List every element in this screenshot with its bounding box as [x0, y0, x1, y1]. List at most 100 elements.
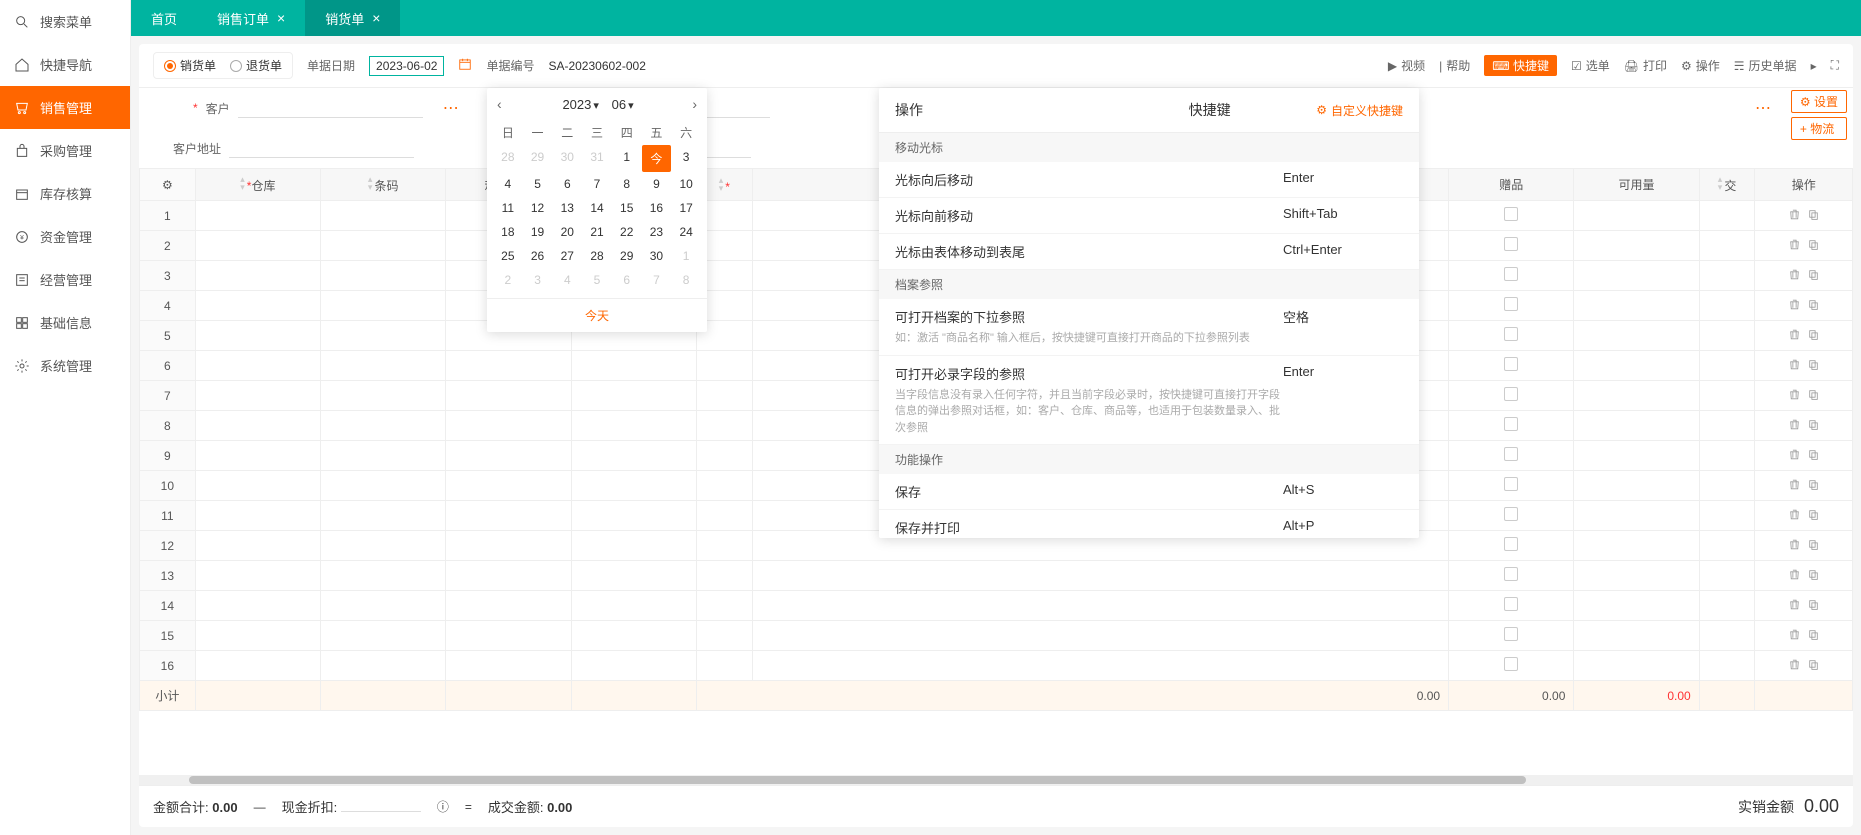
- calendar-day[interactable]: 8: [671, 268, 701, 292]
- month-select[interactable]: 06: [612, 97, 626, 112]
- calendar-day[interactable]: 24: [671, 220, 701, 244]
- calendar-day[interactable]: 5: [582, 268, 612, 292]
- delete-row-icon[interactable]: [1788, 388, 1801, 404]
- select-button[interactable]: ☑ 选单: [1571, 57, 1610, 74]
- more-icon[interactable]: ⋯: [443, 98, 461, 118]
- calendar-day[interactable]: 4: [493, 172, 523, 196]
- calendar-day[interactable]: 18: [493, 220, 523, 244]
- today-button[interactable]: 今天: [487, 298, 707, 332]
- help-button[interactable]: | 帮助: [1439, 57, 1470, 74]
- col-warehouse[interactable]: ▴▾*仓库: [195, 169, 320, 201]
- calendar-day[interactable]: 15: [612, 196, 642, 220]
- settings-button[interactable]: ⚙ 设置: [1791, 90, 1847, 113]
- sidebar-item-purchase[interactable]: 采购管理: [0, 129, 130, 172]
- gift-cell[interactable]: [1449, 201, 1574, 231]
- calendar-day[interactable]: 29: [523, 145, 553, 172]
- gift-cell[interactable]: [1449, 231, 1574, 261]
- hotkey-button[interactable]: ⌨ 快捷键: [1484, 55, 1557, 76]
- sidebar-item-sales[interactable]: 销售管理: [0, 86, 130, 129]
- calendar-day[interactable]: 7: [642, 268, 672, 292]
- calendar-day[interactable]: 20: [552, 220, 582, 244]
- calendar-day[interactable]: 19: [523, 220, 553, 244]
- calendar-day[interactable]: 3: [671, 145, 701, 172]
- calendar-day[interactable]: 12: [523, 196, 553, 220]
- calendar-day[interactable]: 23: [642, 220, 672, 244]
- year-select[interactable]: 2023: [562, 97, 591, 112]
- gift-cell[interactable]: [1449, 471, 1574, 501]
- calendar-day[interactable]: 29: [612, 244, 642, 268]
- ops-button[interactable]: ⚙ 操作: [1681, 57, 1720, 74]
- copy-row-icon[interactable]: [1807, 298, 1820, 314]
- calendar-day[interactable]: 6: [552, 172, 582, 196]
- table-row[interactable]: 13: [140, 561, 1853, 591]
- calendar-day[interactable]: 25: [493, 244, 523, 268]
- delete-row-icon[interactable]: [1788, 628, 1801, 644]
- delete-row-icon[interactable]: [1788, 538, 1801, 554]
- logistics-button[interactable]: + 物流: [1791, 117, 1847, 140]
- customer-input[interactable]: [238, 98, 423, 118]
- delete-row-icon[interactable]: [1788, 478, 1801, 494]
- gift-cell[interactable]: [1449, 261, 1574, 291]
- more-icon[interactable]: ⋯: [1755, 98, 1773, 118]
- tab-home[interactable]: 首页: [131, 0, 197, 36]
- delete-row-icon[interactable]: [1788, 268, 1801, 284]
- sidebar-item-search[interactable]: 搜索菜单: [0, 0, 130, 43]
- calendar-day[interactable]: 4: [552, 268, 582, 292]
- table-row[interactable]: 16: [140, 651, 1853, 681]
- copy-row-icon[interactable]: [1807, 598, 1820, 614]
- delete-row-icon[interactable]: [1788, 418, 1801, 434]
- gift-cell[interactable]: [1449, 321, 1574, 351]
- sidebar-item-inventory[interactable]: 库存核算: [0, 172, 130, 215]
- calendar-day[interactable]: 30: [552, 145, 582, 172]
- sidebar-item-business[interactable]: 经营管理: [0, 258, 130, 301]
- copy-row-icon[interactable]: [1807, 358, 1820, 374]
- radio-return[interactable]: 退货单: [230, 57, 282, 74]
- calendar-day[interactable]: 14: [582, 196, 612, 220]
- calendar-day[interactable]: 7: [582, 172, 612, 196]
- address-input[interactable]: [229, 138, 414, 158]
- gift-cell[interactable]: [1449, 591, 1574, 621]
- calendar-day[interactable]: 9: [642, 172, 672, 196]
- prev-month-button[interactable]: ‹: [497, 96, 502, 112]
- custom-hotkey-button[interactable]: ⚙自定义快捷键: [1316, 100, 1403, 120]
- gift-cell[interactable]: [1449, 651, 1574, 681]
- calendar-day[interactable]: 17: [671, 196, 701, 220]
- copy-row-icon[interactable]: [1807, 208, 1820, 224]
- calendar-icon[interactable]: [458, 57, 472, 74]
- calendar-day[interactable]: 31: [582, 145, 612, 172]
- sidebar-item-quicknav[interactable]: 快捷导航: [0, 43, 130, 86]
- copy-row-icon[interactable]: [1807, 658, 1820, 674]
- col-deliver[interactable]: ▴▾交: [1699, 169, 1755, 201]
- copy-row-icon[interactable]: [1807, 568, 1820, 584]
- close-icon[interactable]: ×: [372, 10, 380, 26]
- calendar-day[interactable]: 28: [493, 145, 523, 172]
- calendar-day[interactable]: 26: [523, 244, 553, 268]
- calendar-day[interactable]: 1: [612, 145, 642, 172]
- gift-cell[interactable]: [1449, 531, 1574, 561]
- help-icon[interactable]: ⓘ: [437, 798, 449, 815]
- gift-cell[interactable]: [1449, 351, 1574, 381]
- expand-button[interactable]: ⛶: [1831, 58, 1839, 73]
- close-icon[interactable]: ×: [277, 10, 285, 26]
- calendar-day[interactable]: 13: [552, 196, 582, 220]
- gift-cell[interactable]: [1449, 561, 1574, 591]
- delete-row-icon[interactable]: [1788, 598, 1801, 614]
- gift-cell[interactable]: [1449, 621, 1574, 651]
- tab-delivery[interactable]: 销货单×: [305, 0, 400, 36]
- delete-row-icon[interactable]: [1788, 568, 1801, 584]
- calendar-day[interactable]: 1: [671, 244, 701, 268]
- gift-cell[interactable]: [1449, 501, 1574, 531]
- tab-sales-order[interactable]: 销售订单×: [197, 0, 305, 36]
- copy-row-icon[interactable]: [1807, 238, 1820, 254]
- delete-row-icon[interactable]: [1788, 328, 1801, 344]
- calendar-day[interactable]: 2: [493, 268, 523, 292]
- gift-cell[interactable]: [1449, 291, 1574, 321]
- next-month-button[interactable]: ›: [692, 96, 697, 112]
- copy-row-icon[interactable]: [1807, 388, 1820, 404]
- gift-cell[interactable]: [1449, 381, 1574, 411]
- calendar-day[interactable]: 28: [582, 244, 612, 268]
- col-settings[interactable]: ⚙: [140, 169, 196, 201]
- delete-row-icon[interactable]: [1788, 238, 1801, 254]
- radio-sale[interactable]: 销货单: [164, 57, 216, 74]
- gift-cell[interactable]: [1449, 411, 1574, 441]
